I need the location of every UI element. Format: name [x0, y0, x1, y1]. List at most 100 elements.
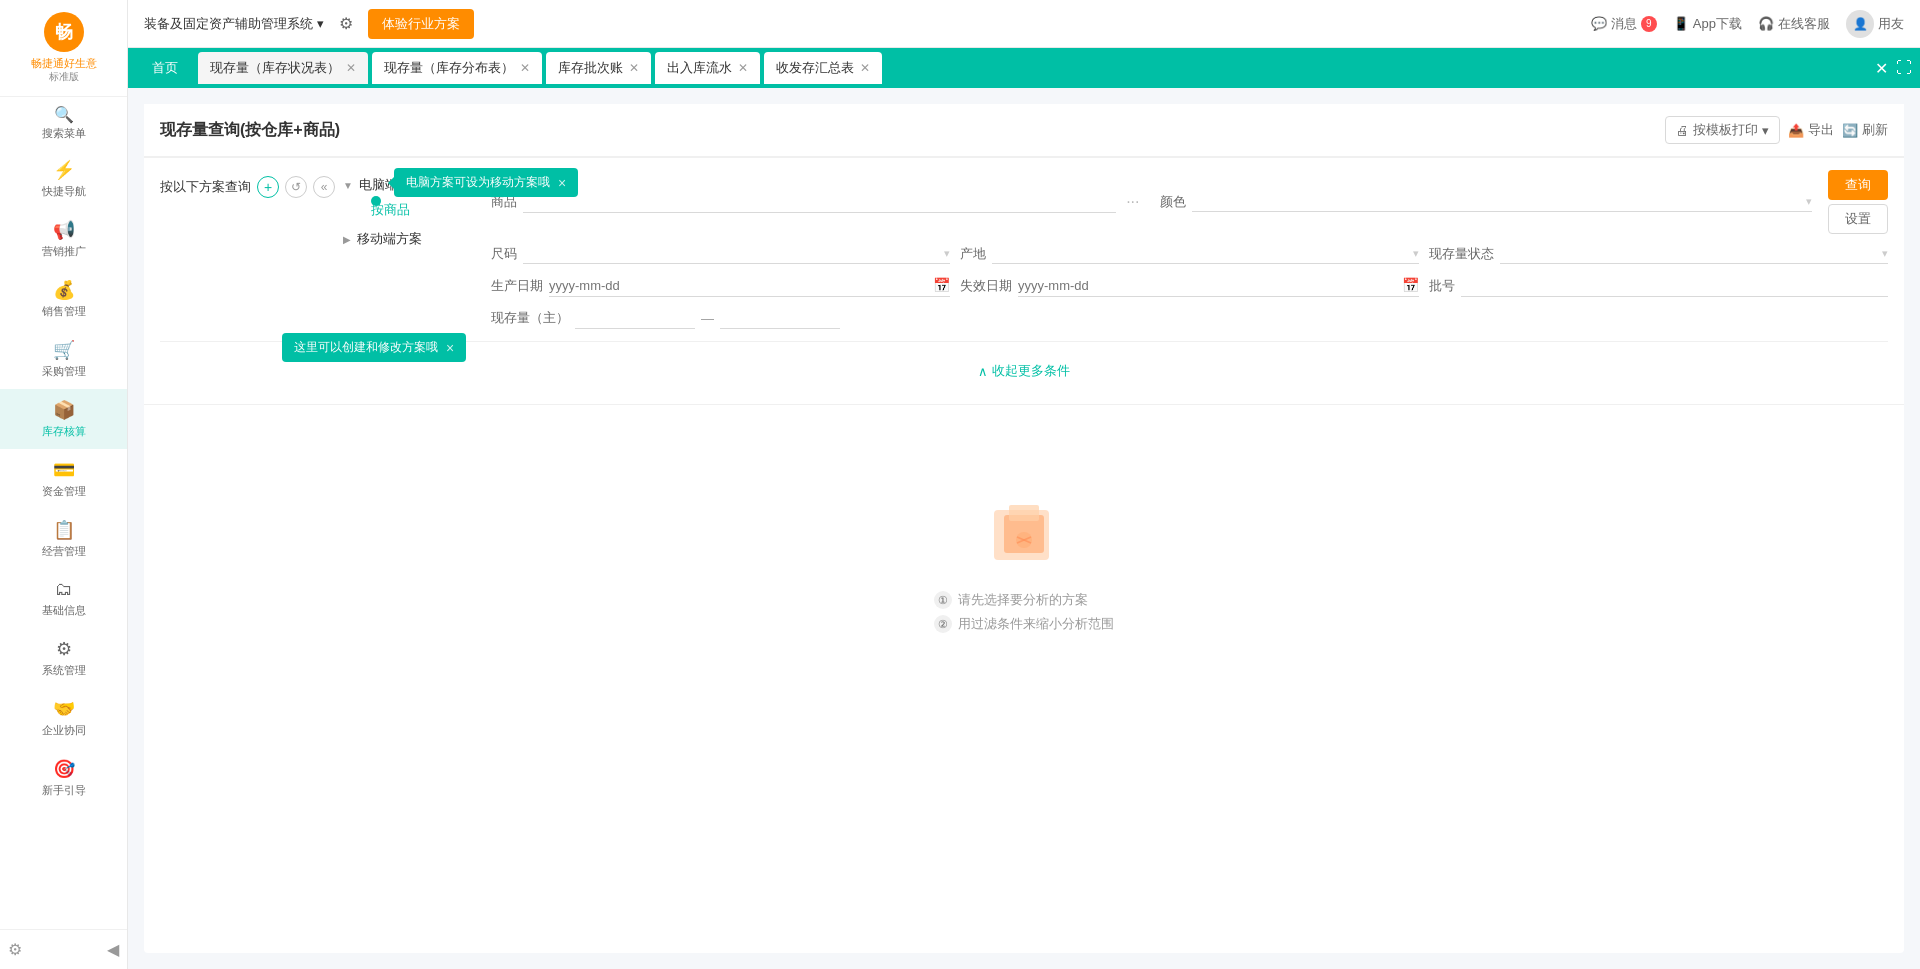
- goods-more-icon[interactable]: ···: [1122, 193, 1143, 211]
- page-actions: 🖨 按模板打印 ▾ 📤 导出 🔄 刷新: [1665, 116, 1888, 144]
- collapse-up-icon: ∧: [978, 364, 988, 379]
- mobile-scheme-header[interactable]: ▶ 移动端方案: [343, 226, 483, 252]
- connector-dot: [371, 196, 381, 206]
- gear-button[interactable]: ⚙: [332, 10, 360, 38]
- tab-bar-right: ✕ ⛶: [1875, 59, 1912, 78]
- tab-batch-ledger-close[interactable]: ✕: [629, 61, 639, 75]
- system-label: 系统管理: [42, 663, 86, 678]
- hint-2-text: 用过滤条件来缩小分析范围: [958, 615, 1114, 633]
- color-select[interactable]: ▾: [1192, 192, 1813, 212]
- sidebar-item-system[interactable]: ⚙ 系统管理: [0, 628, 127, 688]
- basic-info-icon: 🗂: [55, 579, 73, 600]
- stock-main-label: 现存量（主）: [491, 309, 569, 327]
- origin-select[interactable]: ▾: [992, 244, 1419, 264]
- scheme-edit-tooltip: 这里可以创建和修改方案哦 ×: [282, 333, 466, 362]
- tab-in-out-flow-close[interactable]: ✕: [738, 61, 748, 75]
- maximize-tab-action[interactable]: ⛶: [1896, 59, 1912, 77]
- print-button[interactable]: 🖨 按模板打印 ▾: [1665, 116, 1780, 144]
- mobile-scheme-label: 移动端方案: [357, 230, 422, 248]
- system-icon: ⚙: [56, 638, 72, 660]
- empty-illustration: [979, 485, 1069, 575]
- system-name-dropdown[interactable]: 装备及固定资产辅助管理系统 ▾: [144, 15, 324, 33]
- size-select[interactable]: ▾: [523, 244, 950, 264]
- industry-button[interactable]: 体验行业方案: [368, 9, 474, 39]
- sidebar-item-operations[interactable]: 📋 经营管理: [0, 509, 127, 569]
- tab-inventory-status-close[interactable]: ✕: [346, 61, 356, 75]
- sidebar-search[interactable]: 🔍 搜索菜单: [0, 97, 127, 149]
- message-icon: 💬: [1591, 16, 1607, 31]
- online-support-icon: 🎧: [1758, 16, 1774, 31]
- purchase-label: 采购管理: [42, 364, 86, 379]
- scheme-tooltip-close[interactable]: ×: [558, 175, 566, 191]
- message-action[interactable]: 💬 消息 9: [1591, 15, 1657, 33]
- dropdown-arrow-icon: ▾: [317, 16, 324, 31]
- tab-home[interactable]: 首页: [136, 48, 194, 88]
- newbie-label: 新手引导: [42, 783, 86, 798]
- sidebar-item-basic-info[interactable]: 🗂 基础信息: [0, 569, 127, 628]
- desktop-scheme-item-0[interactable]: 按商品: [363, 198, 483, 222]
- export-button[interactable]: 📤 导出: [1788, 121, 1834, 139]
- sidebar-item-marketing[interactable]: 📢 营销推广: [0, 209, 127, 269]
- origin-arrow-icon: ▾: [1413, 247, 1419, 260]
- stock-main-from-input[interactable]: [575, 307, 695, 329]
- enterprise-label: 企业协同: [42, 723, 86, 738]
- tab-inventory-status[interactable]: 现存量（库存状况表） ✕: [198, 52, 368, 84]
- stock-status-select[interactable]: ▾: [1500, 244, 1888, 264]
- scheme-edit-tooltip-close[interactable]: ×: [446, 340, 454, 356]
- tab-inventory-dist[interactable]: 现存量（库存分布表） ✕: [372, 52, 542, 84]
- sidebar-item-sales[interactable]: 💰 销售管理: [0, 269, 127, 329]
- batch-input[interactable]: [1461, 275, 1888, 297]
- produce-date-input[interactable]: [549, 278, 933, 293]
- sidebar-item-enterprise[interactable]: 🤝 企业协同: [0, 688, 127, 748]
- color-label: 颜色: [1160, 193, 1186, 211]
- message-label: 消息: [1611, 15, 1637, 33]
- online-support-action[interactable]: 🎧 在线客服: [1758, 15, 1830, 33]
- empty-icon: [979, 485, 1069, 575]
- color-select-arrow: ▾: [1806, 195, 1812, 208]
- tab-inventory-status-label: 现存量（库存状况表）: [210, 59, 340, 77]
- expire-date-label: 失效日期: [960, 277, 1012, 295]
- filter-add-button[interactable]: +: [257, 176, 279, 198]
- reset-button[interactable]: 设置: [1828, 204, 1888, 234]
- finance-icon: 💳: [53, 459, 75, 481]
- app-download-action[interactable]: 📱 App下载: [1673, 15, 1742, 33]
- produce-date-calendar-icon[interactable]: 📅: [933, 277, 950, 293]
- sidebar-item-purchase[interactable]: 🛒 采购管理: [0, 329, 127, 389]
- sidebar-item-newbie[interactable]: 🎯 新手引导: [0, 748, 127, 808]
- sidebar-item-finance[interactable]: 💳 资金管理: [0, 449, 127, 509]
- settings-footer-btn[interactable]: ⚙: [8, 940, 22, 959]
- sidebar-item-quick-nav[interactable]: ⚡ 快捷导航: [0, 149, 127, 209]
- filter-refresh-button[interactable]: ↺: [285, 176, 307, 198]
- scheme-edit-tooltip-text: 这里可以创建和修改方案哦: [294, 339, 438, 356]
- tab-receive-summary-close[interactable]: ✕: [860, 61, 870, 75]
- tab-batch-ledger[interactable]: 库存批次账 ✕: [546, 52, 651, 84]
- purchase-icon: 🛒: [53, 339, 75, 361]
- close-all-tab-action[interactable]: ✕: [1875, 59, 1888, 78]
- user-action[interactable]: 👤 用友: [1846, 10, 1904, 38]
- sidebar-item-inventory[interactable]: 📦 库存核算: [0, 389, 127, 449]
- quick-nav-icon: ⚡: [53, 159, 75, 181]
- goods-input[interactable]: [523, 191, 1116, 213]
- page-content: 现存量查询(按仓库+商品) 🖨 按模板打印 ▾ 📤 导出 🔄: [128, 88, 1920, 969]
- tab-in-out-flow[interactable]: 出入库流水 ✕: [655, 52, 760, 84]
- refresh-button[interactable]: 🔄 刷新: [1842, 121, 1888, 139]
- search-button[interactable]: 查询: [1828, 170, 1888, 200]
- logo-text: 畅捷通好生意: [31, 56, 97, 70]
- finance-label: 资金管理: [42, 484, 86, 499]
- tab-inventory-dist-close[interactable]: ✕: [520, 61, 530, 75]
- desktop-scheme-items: 按商品: [343, 198, 483, 222]
- inventory-icon: 📦: [53, 399, 75, 421]
- expire-date-calendar-icon[interactable]: 📅: [1402, 277, 1419, 293]
- sidebar-footer: ⚙ ◀: [0, 929, 127, 969]
- operations-icon: 📋: [53, 519, 75, 541]
- marketing-label: 营销推广: [42, 244, 86, 259]
- stock-main-to-input[interactable]: [720, 307, 840, 329]
- collapse-footer-btn[interactable]: ◀: [107, 940, 119, 959]
- scheme-tooltip-text: 电脑方案可设为移动方案哦: [406, 174, 550, 191]
- page-header: 现存量查询(按仓库+商品) 🖨 按模板打印 ▾ 📤 导出 🔄: [144, 104, 1904, 157]
- filter-back-button[interactable]: «: [313, 176, 335, 198]
- page-inner: 现存量查询(按仓库+商品) 🖨 按模板打印 ▾ 📤 导出 🔄: [144, 104, 1904, 953]
- expire-date-input[interactable]: [1018, 278, 1402, 293]
- newbie-icon: 🎯: [53, 758, 75, 780]
- tab-receive-summary[interactable]: 收发存汇总表 ✕: [764, 52, 882, 84]
